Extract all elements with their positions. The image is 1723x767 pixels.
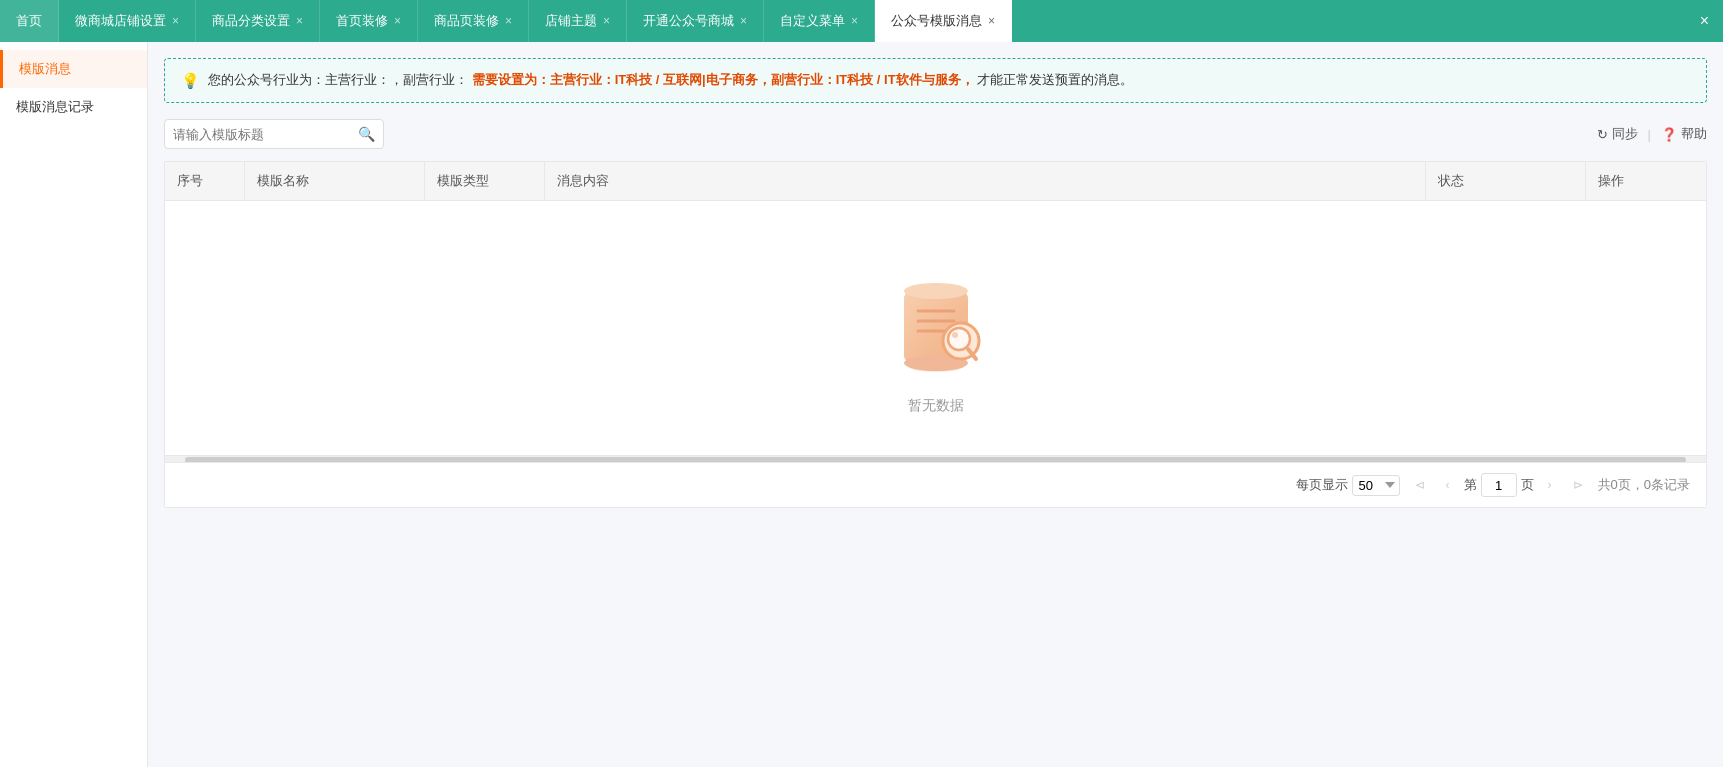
- nav-label-weshop-settings: 微商城店铺设置: [75, 12, 166, 30]
- notice-box: 💡 您的公众号行业为：主营行业：，副营行业： 需要设置为：主营行业：IT科技 /…: [164, 58, 1707, 103]
- nav-label-product-category: 商品分类设置: [212, 12, 290, 30]
- main-layout: 模版消息 模版消息记录 💡 您的公众号行业为：主营行业：，副营行业： 需要设置为…: [0, 42, 1723, 767]
- help-label: 帮助: [1681, 125, 1707, 143]
- nav-item-custom-menu[interactable]: 自定义菜单 ×: [764, 0, 875, 42]
- total-info: 共0页，0条记录: [1598, 476, 1690, 494]
- first-page-button[interactable]: ⊲: [1408, 473, 1432, 497]
- last-page-button[interactable]: ⊳: [1566, 473, 1590, 497]
- nav-label-home: 首页: [16, 12, 42, 30]
- sync-label: 同步: [1612, 125, 1638, 143]
- th-content-label: 消息内容: [557, 173, 609, 188]
- close-weshop-settings[interactable]: ×: [172, 14, 179, 28]
- sync-button[interactable]: ↻ 同步: [1597, 125, 1638, 143]
- th-content: 消息内容: [545, 162, 1426, 200]
- nav-label-homepage-decor: 首页装修: [336, 12, 388, 30]
- search-icon[interactable]: 🔍: [358, 126, 375, 142]
- close-all-icon: ×: [1700, 12, 1709, 30]
- notice-prefix: 您的公众号行业为：主营行业：，副营行业：: [208, 72, 468, 87]
- sync-icon: ↻: [1597, 127, 1608, 142]
- svg-point-9: [948, 328, 970, 350]
- close-all-tabs-button[interactable]: ×: [1686, 0, 1723, 42]
- th-index-label: 序号: [177, 173, 203, 188]
- notice-highlight: 需要设置为：主营行业：IT科技 / 互联网|电子商务，副营行业：IT科技 / I…: [472, 72, 974, 87]
- svg-point-11: [952, 332, 958, 338]
- divider: |: [1648, 127, 1651, 142]
- close-custom-menu[interactable]: ×: [851, 14, 858, 28]
- scrollbar-thumb[interactable]: [185, 457, 1686, 463]
- prev-page-button[interactable]: ‹: [1436, 473, 1460, 497]
- sidebar-item-template-message[interactable]: 模版消息: [0, 50, 147, 88]
- page-input-wrap: 第 页: [1464, 473, 1534, 497]
- th-type: 模版类型: [425, 162, 545, 200]
- page-nav: ⊲ ‹ 第 页 › ⊳: [1408, 473, 1590, 497]
- sidebar: 模版消息 模版消息记录: [0, 42, 148, 767]
- per-page-dropdown[interactable]: 10 20 50 100: [1352, 475, 1400, 496]
- sidebar-label-template-message: 模版消息: [19, 61, 71, 76]
- empty-illustration: [876, 261, 996, 381]
- page-unit: 页: [1521, 476, 1534, 494]
- sidebar-item-template-message-log[interactable]: 模版消息记录: [0, 88, 147, 126]
- close-product-page-decor[interactable]: ×: [505, 14, 512, 28]
- page-number-input[interactable]: [1481, 473, 1517, 497]
- next-page-button[interactable]: ›: [1538, 473, 1562, 497]
- scrollbar-area[interactable]: [165, 455, 1706, 463]
- search-bar: 🔍 ↻ 同步 | ❓ 帮助: [164, 119, 1707, 149]
- nav-item-product-page-decor[interactable]: 商品页装修 ×: [418, 0, 529, 42]
- notice-text: 您的公众号行业为：主营行业：，副营行业： 需要设置为：主营行业：IT科技 / 互…: [208, 71, 1133, 89]
- nav-item-open-mall[interactable]: 开通公众号商城 ×: [627, 0, 764, 42]
- table-wrap: 序号 模版名称 模版类型 消息内容 状态 操作: [164, 161, 1707, 508]
- th-name-label: 模版名称: [257, 173, 309, 188]
- nav-label-open-mall: 开通公众号商城: [643, 12, 734, 30]
- nav-item-weshop-settings[interactable]: 微商城店铺设置 ×: [59, 0, 196, 42]
- close-shop-theme[interactable]: ×: [603, 14, 610, 28]
- nav-label-product-page-decor: 商品页装修: [434, 12, 499, 30]
- close-product-category[interactable]: ×: [296, 14, 303, 28]
- pagination: 每页显示 10 20 50 100 ⊲ ‹ 第 页: [165, 463, 1706, 507]
- th-status: 状态: [1426, 162, 1586, 200]
- notice-icon: 💡: [181, 72, 200, 90]
- content-area: 💡 您的公众号行业为：主营行业：，副营行业： 需要设置为：主营行业：IT科技 /…: [148, 42, 1723, 767]
- top-nav: 首页 微商城店铺设置 × 商品分类设置 × 首页装修 × 商品页装修 × 店铺主…: [0, 0, 1723, 42]
- help-button[interactable]: ❓ 帮助: [1661, 125, 1707, 143]
- nav-item-home[interactable]: 首页: [0, 0, 59, 42]
- table-header: 序号 模版名称 模版类型 消息内容 状态 操作: [165, 162, 1706, 201]
- th-action-label: 操作: [1598, 173, 1624, 188]
- nav-label-custom-menu: 自定义菜单: [780, 12, 845, 30]
- th-type-label: 模版类型: [437, 173, 489, 188]
- svg-point-3: [904, 283, 968, 299]
- search-input[interactable]: [173, 127, 358, 142]
- th-status-label: 状态: [1438, 173, 1464, 188]
- per-page-label: 每页显示: [1296, 476, 1348, 494]
- th-index: 序号: [165, 162, 245, 200]
- help-icon: ❓: [1661, 127, 1677, 142]
- search-actions: ↻ 同步 | ❓ 帮助: [1597, 125, 1707, 143]
- th-name: 模版名称: [245, 162, 425, 200]
- search-input-wrap[interactable]: 🔍: [164, 119, 384, 149]
- nav-item-shop-theme[interactable]: 店铺主题 ×: [529, 0, 627, 42]
- per-page-select: 每页显示 10 20 50 100: [1296, 475, 1400, 496]
- nav-item-homepage-decor[interactable]: 首页装修 ×: [320, 0, 418, 42]
- nav-label-shop-theme: 店铺主题: [545, 12, 597, 30]
- th-action: 操作: [1586, 162, 1706, 200]
- page-label: 第: [1464, 476, 1477, 494]
- empty-state: 暂无数据: [165, 201, 1706, 455]
- nav-item-product-category[interactable]: 商品分类设置 ×: [196, 0, 320, 42]
- nav-item-template-msg[interactable]: 公众号模版消息 ×: [875, 0, 1012, 42]
- notice-suffix: 才能正常发送预置的消息。: [977, 72, 1133, 87]
- close-open-mall[interactable]: ×: [740, 14, 747, 28]
- empty-text: 暂无数据: [908, 397, 964, 415]
- close-template-msg[interactable]: ×: [988, 14, 995, 28]
- close-homepage-decor[interactable]: ×: [394, 14, 401, 28]
- sidebar-label-template-message-log: 模版消息记录: [16, 99, 94, 114]
- nav-label-template-msg: 公众号模版消息: [891, 12, 982, 30]
